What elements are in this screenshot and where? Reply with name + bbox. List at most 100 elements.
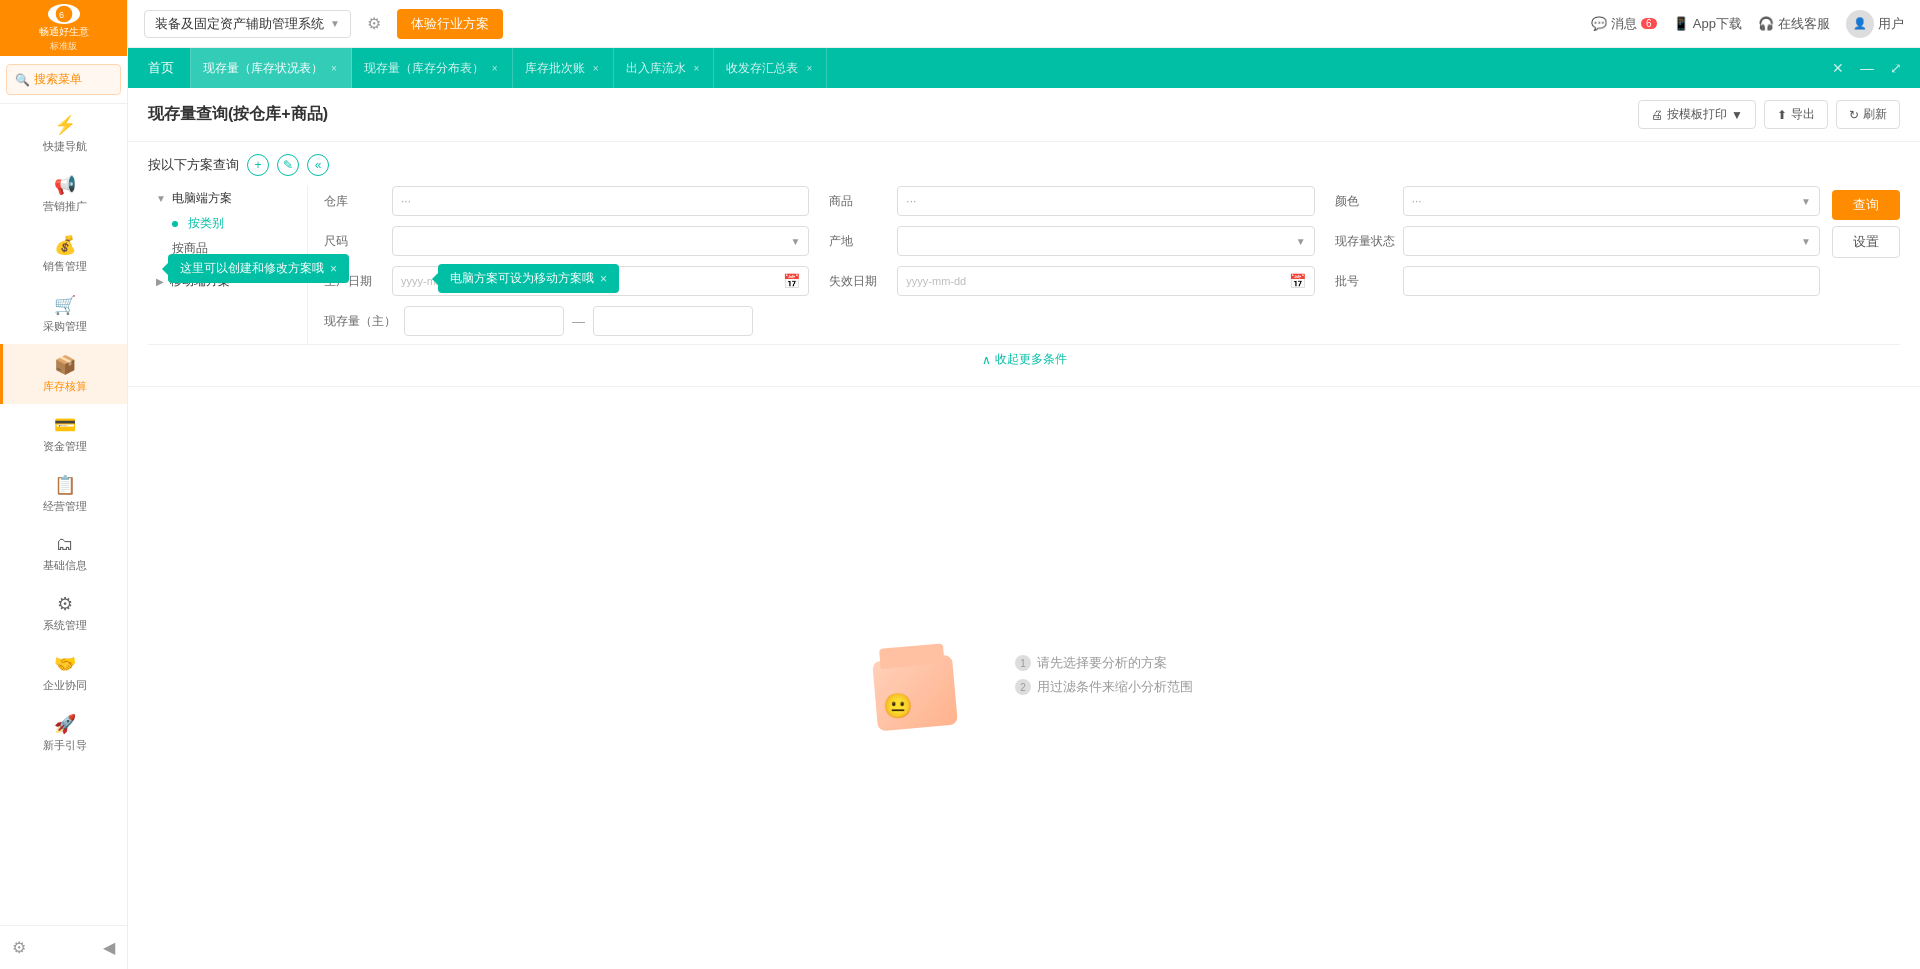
- tooltip2-close-button[interactable]: ×: [330, 262, 337, 276]
- sidebar-settings-button[interactable]: ⚙: [8, 934, 30, 961]
- sidebar-item-marketing[interactable]: 📢 营销推广: [0, 164, 127, 224]
- sidebar-item-finance[interactable]: 💳 资金管理: [0, 404, 127, 464]
- warehouse-select[interactable]: ···: [392, 186, 809, 216]
- user-item[interactable]: 👤 用户: [1846, 10, 1904, 38]
- scheme-item-by-category[interactable]: 按类别: [148, 211, 299, 236]
- tab-batch-ledger[interactable]: 库存批次账 ×: [513, 48, 614, 88]
- tab-close-recv-send-summary[interactable]: ×: [804, 62, 814, 75]
- sidebar-item-purchase[interactable]: 🛒 采购管理: [0, 284, 127, 344]
- goods-select[interactable]: ···: [897, 186, 1314, 216]
- headset-icon: 🎧: [1758, 16, 1774, 31]
- sidebar-item-inventory[interactable]: 📦 库存核算: [0, 344, 127, 404]
- sidebar-item-label: 基础信息: [43, 558, 87, 573]
- query-button[interactable]: 查询: [1832, 190, 1900, 220]
- batch-no-input[interactable]: [1403, 266, 1820, 296]
- sidebar-item-enterprise[interactable]: 🤝 企业协同: [0, 643, 127, 703]
- filter-area: 按以下方案查询 + ✎ « 电脑方案可设为移动方案哦 × ▼ 电脑端方案: [128, 142, 1920, 387]
- notification-label: 消息: [1611, 15, 1637, 33]
- color-select[interactable]: ··· ▼: [1403, 186, 1820, 216]
- tab-close-inventory-dist[interactable]: ×: [490, 62, 500, 75]
- scheme-panel: ▼ 电脑端方案 按类别 按商品 这里可以创建和修改方案哦 ×: [148, 186, 308, 344]
- sidebar-item-business[interactable]: 📋 经营管理: [0, 464, 127, 524]
- sidebar-item-guide[interactable]: 🚀 新手引导: [0, 703, 127, 763]
- filter-row-1: 仓库 ··· 商品 ···: [324, 186, 1820, 216]
- sidebar-item-label: 销售管理: [43, 259, 87, 274]
- sidebar-item-label: 企业协同: [43, 678, 87, 693]
- tab-maximize-button[interactable]: ⤢: [1884, 56, 1908, 80]
- sidebar-item-label: 资金管理: [43, 439, 87, 454]
- tab-inventory-dist[interactable]: 现存量（库存分布表） ×: [352, 48, 513, 88]
- export-button[interactable]: ⬆ 导出: [1764, 100, 1828, 129]
- sidebar-item-label: 采购管理: [43, 319, 87, 334]
- stock-status-select[interactable]: ▼: [1403, 226, 1820, 256]
- inventory-icon: 📦: [54, 354, 76, 376]
- quick-nav-icon: ⚡: [54, 114, 76, 136]
- tab-inventory-status[interactable]: 现存量（库存状况表） ×: [191, 48, 352, 88]
- tab-minimize-button[interactable]: —: [1854, 56, 1880, 80]
- filter-row-4: 现存量（主） —: [324, 306, 1820, 336]
- sidebar-collapse-button[interactable]: ◀: [99, 934, 119, 961]
- sidebar-item-system[interactable]: ⚙ 系统管理: [0, 583, 127, 643]
- refresh-button[interactable]: ↻ 刷新: [1836, 100, 1900, 129]
- collapse-arrow-icon: ▼: [156, 193, 166, 204]
- sidebar-item-sales[interactable]: 💰 销售管理: [0, 224, 127, 284]
- chevron-down-icon: ▼: [330, 18, 340, 29]
- tooltip-text: 电脑方案可设为移动方案哦: [450, 270, 594, 287]
- sales-icon: 💰: [54, 234, 76, 256]
- tab-close-all-button[interactable]: ✕: [1826, 56, 1850, 80]
- size-select[interactable]: ▼: [392, 226, 809, 256]
- content-area: 现存量查询(按仓库+商品) 🖨 按模板打印 ▼ ⬆ 导出 ↻ 刷新: [128, 88, 1920, 969]
- sidebar: 6 畅通好生意 标准版 🔍 搜索菜单 ⚡ 快捷导航 📢 营销推广 💰 销售管理 …: [0, 0, 128, 969]
- expiry-date-placeholder: yyyy-mm-dd: [906, 275, 966, 287]
- chevron-down-icon: ▼: [1731, 108, 1743, 122]
- online-support-item[interactable]: 🎧 在线客服: [1758, 15, 1830, 33]
- tab-recv-send-summary[interactable]: 收发存汇总表 ×: [714, 48, 827, 88]
- back-scheme-button[interactable]: «: [307, 154, 329, 176]
- sidebar-item-label: 营销推广: [43, 199, 87, 214]
- page-actions: 🖨 按模板打印 ▼ ⬆ 导出 ↻ 刷新: [1638, 100, 1900, 129]
- phone-icon: 📱: [1673, 16, 1689, 31]
- print-button[interactable]: 🖨 按模板打印 ▼: [1638, 100, 1756, 129]
- origin-select[interactable]: ▼: [897, 226, 1314, 256]
- origin-label: 产地: [829, 233, 889, 250]
- size-select-arrow-icon: ▼: [790, 236, 800, 247]
- query-settings-button[interactable]: 设置: [1832, 226, 1900, 258]
- sidebar-item-quick-nav[interactable]: ⚡ 快捷导航: [0, 104, 127, 164]
- sidebar-item-basic-info[interactable]: 🗂 基础信息: [0, 524, 127, 583]
- filter-origin: 产地 ▼: [829, 226, 1314, 256]
- business-icon: 📋: [54, 474, 76, 496]
- search-icon: 🔍: [15, 73, 30, 87]
- tooltip1-close-button[interactable]: ×: [600, 272, 607, 286]
- logo-badge: 标准版: [50, 40, 77, 53]
- add-scheme-button[interactable]: +: [247, 154, 269, 176]
- stock-main-label: 现存量（主）: [324, 313, 396, 330]
- collapse-button[interactable]: ∧ 收起更多条件: [982, 351, 1067, 368]
- avatar: 👤: [1846, 10, 1874, 38]
- message-icon: 💬: [1591, 16, 1607, 31]
- search-menu-button[interactable]: 🔍 搜索菜单: [6, 64, 121, 95]
- tooltip-create-scheme: 这里可以创建和修改方案哦 ×: [168, 254, 349, 283]
- warehouse-label: 仓库: [324, 193, 384, 210]
- empty-tip-2: 2 用过滤条件来缩小分析范围: [1015, 678, 1193, 696]
- tab-close-in-out-flow[interactable]: ×: [692, 62, 702, 75]
- settings-button[interactable]: ⚙: [363, 10, 385, 37]
- page-title: 现存量查询(按仓库+商品): [148, 104, 328, 125]
- enterprise-icon: 🤝: [54, 653, 76, 675]
- expand-arrow-icon: ▶: [156, 276, 164, 287]
- expiry-date-input[interactable]: yyyy-mm-dd 📅: [897, 266, 1314, 296]
- edit-scheme-button[interactable]: ✎: [277, 154, 299, 176]
- stock-main-to-input[interactable]: [593, 306, 753, 336]
- tab-home[interactable]: 首页: [132, 48, 191, 88]
- tab-bar: 首页 现存量（库存状况表） × 现存量（库存分布表） × 库存批次账 × 出入库…: [128, 48, 1920, 88]
- tab-close-inventory-status[interactable]: ×: [329, 62, 339, 75]
- app-selector[interactable]: 装备及固定资产辅助管理系统 ▼: [144, 10, 351, 38]
- experience-button[interactable]: 体验行业方案: [397, 9, 503, 39]
- empty-illustration: 😐: [855, 618, 975, 738]
- main-content: 装备及固定资产辅助管理系统 ▼ ⚙ 体验行业方案 💬 消息 6 📱 App下载 …: [128, 0, 1920, 969]
- page-header: 现存量查询(按仓库+商品) 🖨 按模板打印 ▼ ⬆ 导出 ↻ 刷新: [128, 88, 1920, 142]
- app-download-item[interactable]: 📱 App下载: [1673, 15, 1742, 33]
- tab-close-batch-ledger[interactable]: ×: [591, 62, 601, 75]
- notification-item[interactable]: 💬 消息 6: [1591, 15, 1657, 33]
- stock-main-from-input[interactable]: [404, 306, 564, 336]
- tab-in-out-flow[interactable]: 出入库流水 ×: [614, 48, 715, 88]
